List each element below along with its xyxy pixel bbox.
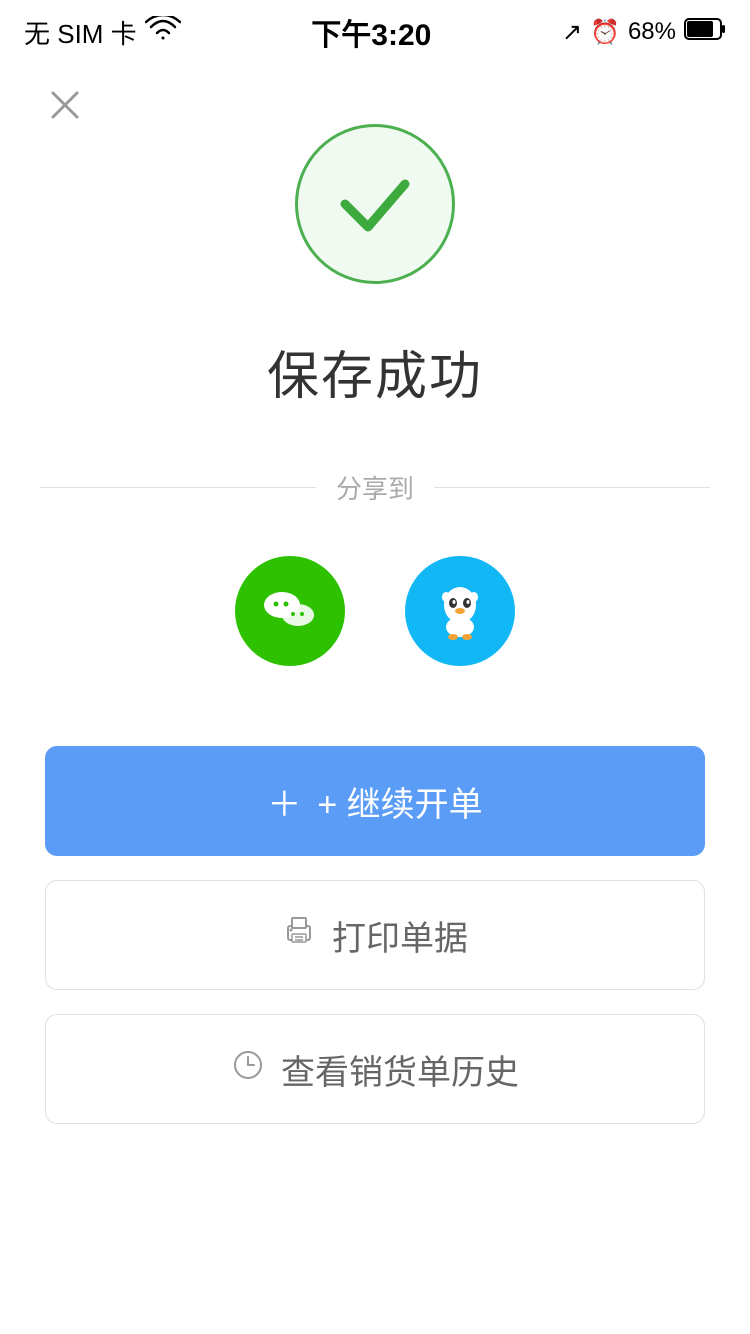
main-content: 保存成功 分享到: [0, 64, 750, 1124]
divider-line-right: [434, 487, 710, 488]
continue-button[interactable]: ＋ + 继续开单: [45, 746, 705, 856]
wifi-icon: [145, 16, 181, 49]
status-bar: 无 SIM 卡 下午3:20 ↗ ⏰ 68%: [0, 0, 750, 64]
action-buttons: ＋ + 继续开单 打印单据: [45, 746, 705, 1124]
divider-line-left: [40, 487, 316, 488]
success-title: 保存成功: [267, 334, 483, 409]
history-button[interactable]: 查看销货单历史: [45, 1014, 705, 1124]
history-icon: [231, 1048, 265, 1090]
continue-plus-icon: ＋: [267, 777, 301, 826]
alarm-icon: ⏰: [590, 18, 620, 47]
continue-label: + 继续开单: [317, 777, 482, 826]
status-time: 下午3:20: [311, 10, 431, 54]
share-wechat-button[interactable]: [235, 556, 345, 666]
print-button[interactable]: 打印单据: [45, 880, 705, 990]
status-right: ↗ ⏰ 68%: [562, 18, 726, 47]
battery-text: 68%: [628, 18, 676, 46]
checkmark-icon: [330, 159, 420, 249]
status-left: 无 SIM 卡: [24, 14, 181, 51]
success-circle: [295, 124, 455, 284]
battery-icon: [684, 18, 726, 47]
sim-text: 无 SIM 卡: [24, 14, 137, 51]
print-icon: [282, 914, 316, 956]
share-divider: 分享到: [0, 469, 750, 506]
qq-icon: [426, 577, 494, 645]
close-button[interactable]: [40, 80, 90, 130]
print-label: 打印单据: [332, 911, 468, 960]
history-label: 查看销货单历史: [281, 1045, 519, 1094]
location-icon: ↗: [562, 18, 582, 47]
share-qq-button[interactable]: [405, 556, 515, 666]
share-icons: [235, 556, 515, 666]
wechat-icon: [256, 577, 324, 645]
share-label: 分享到: [336, 469, 414, 506]
